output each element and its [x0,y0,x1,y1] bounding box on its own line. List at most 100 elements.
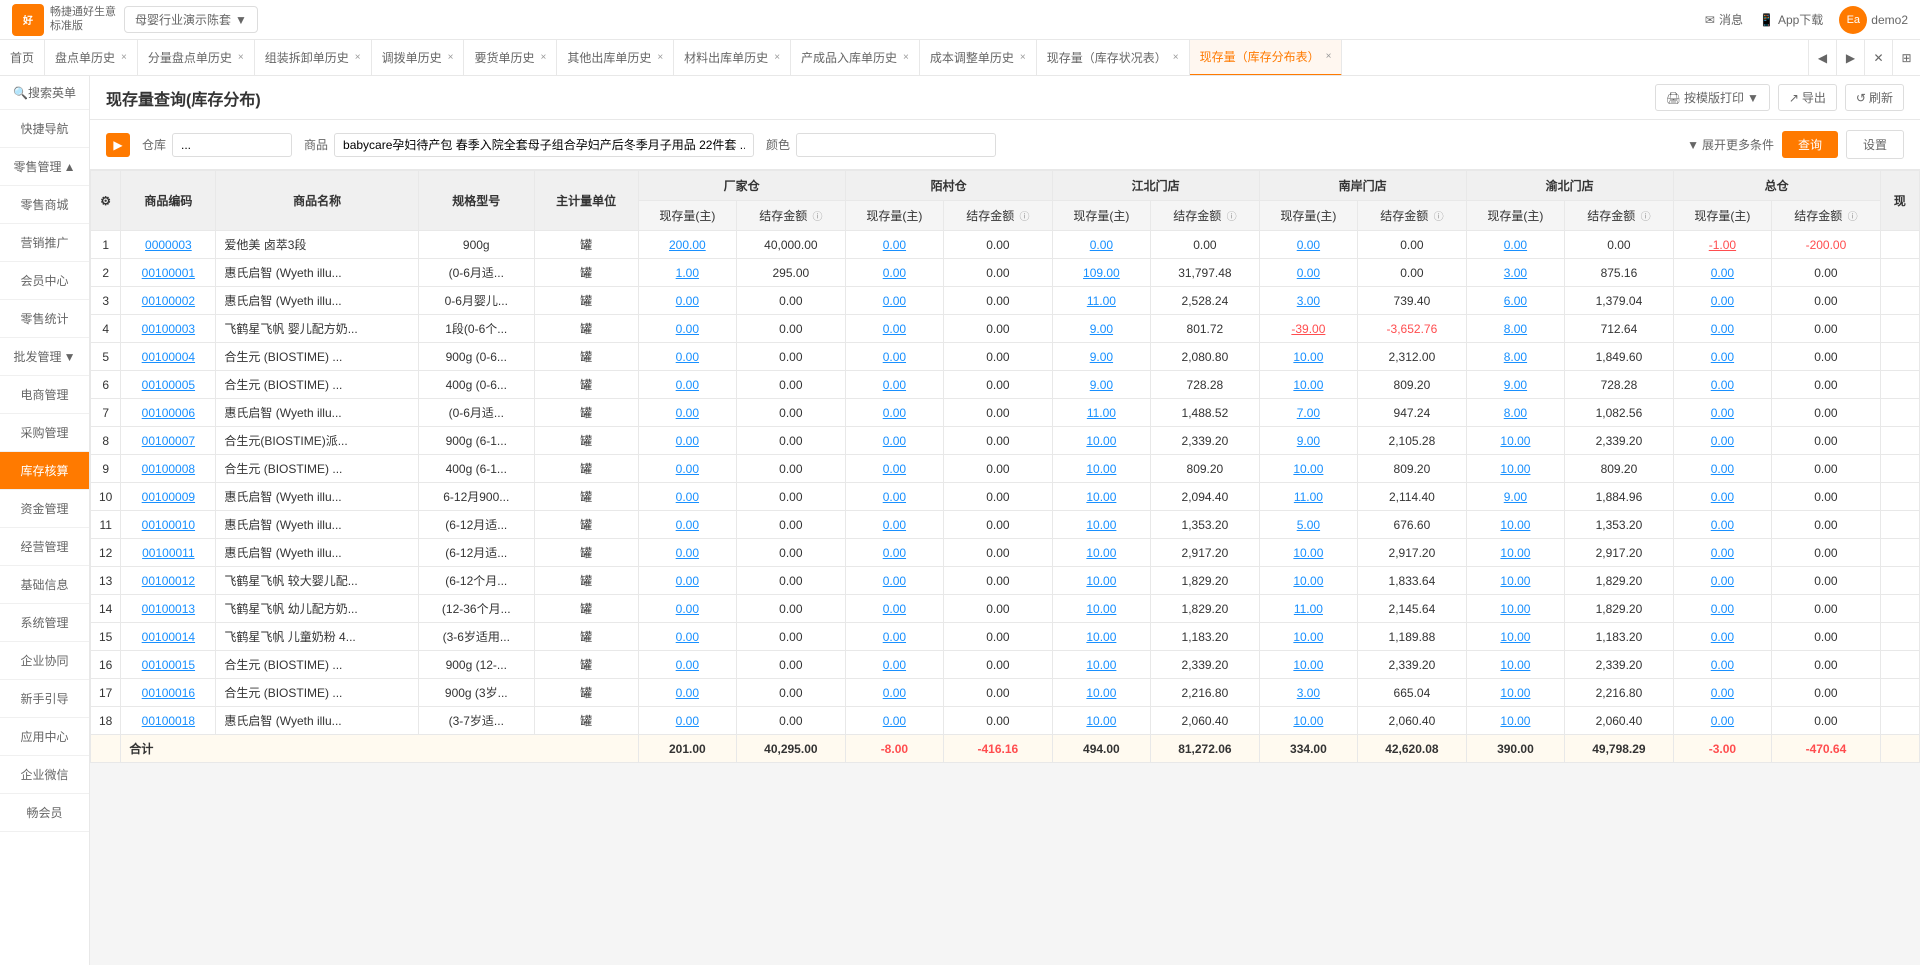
row-jiangbei-amt: 2,528.24 [1151,287,1259,315]
tab-home[interactable]: 首页 [0,40,45,76]
settings-col-header[interactable]: ⚙ [91,171,121,231]
row-jiangbei-qty: 109.00 [1052,259,1151,287]
sidebar-item-enterprise[interactable]: 企业协同 [0,642,89,680]
expand-conditions-btn[interactable]: ▼ 展开更多条件 [1687,136,1774,153]
sidebar-search-item[interactable]: 🔍 搜索英单 [0,76,89,110]
row-total-amt: 0.00 [1772,679,1880,707]
sidebar-item-retail-stats[interactable]: 零售统计 [0,300,89,338]
row-yubei-qty: 10.00 [1466,539,1565,567]
tab-close-btn[interactable]: ✕ [1864,40,1892,76]
close-icon[interactable]: × [1173,52,1179,63]
tab-4[interactable]: 调拨单历史 × [372,40,465,76]
row-yubei-amt: 1,082.56 [1565,399,1673,427]
industry-selector[interactable]: 母婴行业演示陈套 ▼ [124,6,258,33]
export-btn[interactable]: ↗ 导出 [1778,84,1837,111]
sidebar-item-ecommerce[interactable]: 电商管理 [0,376,89,414]
close-icon[interactable]: × [121,52,127,63]
tab-6[interactable]: 其他出库单历史 × [557,40,674,76]
app-download-btn[interactable]: 📱 App下载 [1759,11,1823,28]
row-nanan-amt: 2,145.64 [1358,595,1466,623]
close-icon[interactable]: × [774,52,780,63]
row-extra [1880,259,1919,287]
filter-collapse-btn[interactable]: ▶ [106,133,130,157]
row-mocun-qty: 0.00 [845,483,944,511]
sidebar-item-marketing[interactable]: 营销推广 [0,224,89,262]
tab-9[interactable]: 成本调整单历史 × [920,40,1037,76]
warehouse-input[interactable] [172,133,292,157]
logo-icon: 好 [12,4,44,36]
row-jiangbei-qty: 10.00 [1052,679,1151,707]
tab-prev-btn[interactable]: ◀ [1808,40,1836,76]
info-icon[interactable]: ⓘ [1641,212,1651,223]
tab-5[interactable]: 要货单历史 × [464,40,557,76]
row-factory-qty: 0.00 [638,455,737,483]
row-factory-amt: 0.00 [737,595,845,623]
tab-3[interactable]: 组装拆卸单历史 × [255,40,372,76]
sidebar-item-retail-mgmt[interactable]: 零售管理 ▲ [0,148,89,186]
row-yubei-qty: 10.00 [1466,623,1565,651]
user-area[interactable]: Ea demo2 [1839,6,1908,34]
sidebar-item-member2[interactable]: 畅会员 [0,794,89,832]
sidebar-item-wechat[interactable]: 企业微信 [0,756,89,794]
tab-8[interactable]: 产成品入库单历史 × [791,40,920,76]
sidebar-item-purchase[interactable]: 采购管理 [0,414,89,452]
close-icon[interactable]: × [1020,52,1026,63]
message-btn[interactable]: ✉ 消息 [1705,11,1743,28]
row-mocun-amt: 0.00 [944,567,1052,595]
row-mocun-amt: 0.00 [944,231,1052,259]
tab-more-btn[interactable]: ⊞ [1892,40,1920,76]
close-icon[interactable]: × [1326,51,1332,62]
sidebar-item-retail-shop[interactable]: 零售商城 [0,186,89,224]
row-extra [1880,567,1919,595]
summary-mocun-amt: -416.16 [944,735,1052,763]
sidebar-item-guide[interactable]: 新手引导 [0,680,89,718]
settings-button[interactable]: 设置 [1846,130,1904,159]
row-yubei-qty: 9.00 [1466,483,1565,511]
row-nanan-qty: 10.00 [1259,539,1358,567]
close-icon[interactable]: × [355,52,361,63]
close-icon[interactable]: × [903,52,909,63]
row-total-amt: 0.00 [1772,511,1880,539]
tab-2[interactable]: 分量盘点单历史 × [138,40,255,76]
sidebar-item-basic-info[interactable]: 基础信息 [0,566,89,604]
sidebar-item-finance[interactable]: 资金管理 [0,490,89,528]
info-icon[interactable]: ⓘ [1434,212,1444,223]
info-icon[interactable]: ⓘ [1227,212,1237,223]
tab-1[interactable]: 盘点单历史 × [45,40,138,76]
row-yubei-qty: 10.00 [1466,567,1565,595]
col-mocun-header: 陌村仓 [845,171,1052,201]
close-icon[interactable]: × [657,52,663,63]
sidebar-nav-item[interactable]: 快捷导航 [0,110,89,148]
info-icon[interactable]: ⓘ [813,212,823,223]
row-extra [1880,399,1919,427]
info-icon[interactable]: ⓘ [1020,212,1030,223]
close-icon[interactable]: × [448,52,454,63]
tab-11[interactable]: 现存量（库存分布表） × [1190,40,1343,76]
row-total-amt: 0.00 [1772,371,1880,399]
sidebar-item-system[interactable]: 系统管理 [0,604,89,642]
sidebar-item-inventory[interactable]: 库存核算 [0,452,89,490]
close-icon[interactable]: × [540,52,546,63]
row-mocun-qty: 0.00 [845,455,944,483]
row-nanan-qty: 10.00 [1259,567,1358,595]
row-spec: 1段(0-6个... [418,315,534,343]
sidebar-item-member[interactable]: 会员中心 [0,262,89,300]
row-total-qty: 0.00 [1673,259,1772,287]
tab-next-btn[interactable]: ▶ [1836,40,1864,76]
query-button[interactable]: 查询 [1782,131,1838,158]
refresh-btn[interactable]: ↺ 刷新 [1845,84,1904,111]
color-input[interactable] [796,133,996,157]
tab-7[interactable]: 材料出库单历史 × [674,40,791,76]
row-spec: 900g (6-1... [418,427,534,455]
product-input[interactable] [334,133,754,157]
sidebar-item-operation[interactable]: 经营管理 [0,528,89,566]
close-icon[interactable]: × [238,52,244,63]
row-mocun-amt: 0.00 [944,455,1052,483]
row-total-amt: 0.00 [1772,315,1880,343]
sidebar-item-wholesale[interactable]: 批发管理 ▼ [0,338,89,376]
sidebar-item-app-center[interactable]: 应用中心 [0,718,89,756]
info-icon[interactable]: ⓘ [1848,212,1858,223]
col-unit-header: 主计量单位 [534,171,638,231]
print-btn[interactable]: 🖨 按模版打印 ▼ [1655,84,1770,111]
tab-10[interactable]: 现存量（库存状况表） × [1037,40,1190,76]
